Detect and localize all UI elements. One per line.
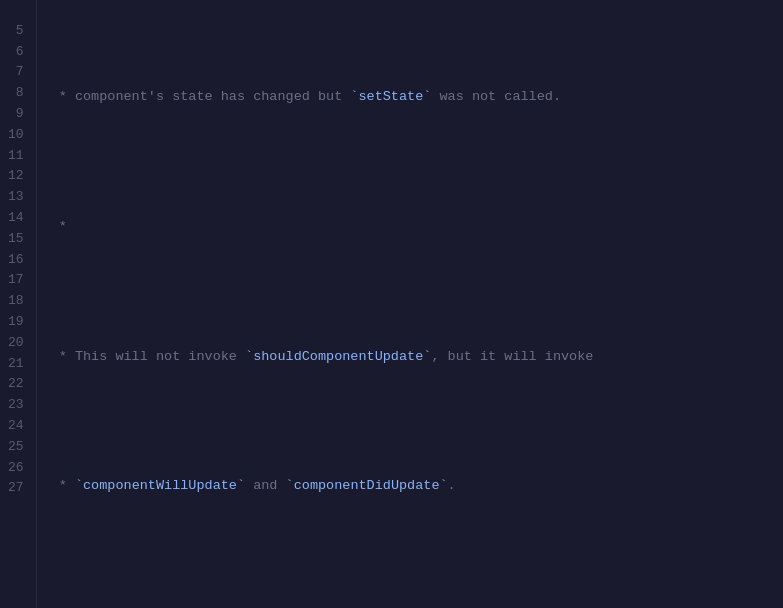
code-line-blank: * component's state has changed but `set… <box>51 65 783 108</box>
line-num-23: 23 <box>8 395 24 416</box>
line-num-5: 5 <box>8 21 24 42</box>
line-num-18: 18 <box>8 291 24 312</box>
line-num-10: 10 <box>8 125 24 146</box>
line-num-blank <box>8 0 24 21</box>
line-num-15: 15 <box>8 229 24 250</box>
line-numbers: 5 6 7 8 9 10 11 12 13 14 15 16 17 18 19 … <box>0 0 37 608</box>
line-num-8: 8 <box>8 83 24 104</box>
code-line-7: * `componentWillUpdate` and `componentDi… <box>51 453 783 496</box>
line-num-7: 7 <box>8 62 24 83</box>
line-num-12: 12 <box>8 166 24 187</box>
code-editor: 5 6 7 8 9 10 11 12 13 14 15 16 17 18 19 … <box>0 0 783 608</box>
line-num-14: 14 <box>8 208 24 229</box>
code-line-8: * <box>51 583 783 608</box>
line-num-21: 21 <box>8 354 24 375</box>
line-num-6: 6 <box>8 42 24 63</box>
line-num-20: 20 <box>8 333 24 354</box>
code-content: * component's state has changed but `set… <box>37 0 783 608</box>
code-line-6: * This will not invoke `shouldComponentU… <box>51 324 783 367</box>
code-line-5: * <box>51 194 783 237</box>
line-num-13: 13 <box>8 187 24 208</box>
line-num-26: 26 <box>8 458 24 479</box>
line-num-19: 19 <box>8 312 24 333</box>
line-num-27: 27 <box>8 478 24 499</box>
line-num-24: 24 <box>8 416 24 437</box>
line-num-22: 22 <box>8 374 24 395</box>
line-num-25: 25 <box>8 437 24 458</box>
line-num-16: 16 <box>8 250 24 271</box>
line-num-17: 17 <box>8 270 24 291</box>
line-num-9: 9 <box>8 104 24 125</box>
line-num-11: 11 <box>8 146 24 167</box>
